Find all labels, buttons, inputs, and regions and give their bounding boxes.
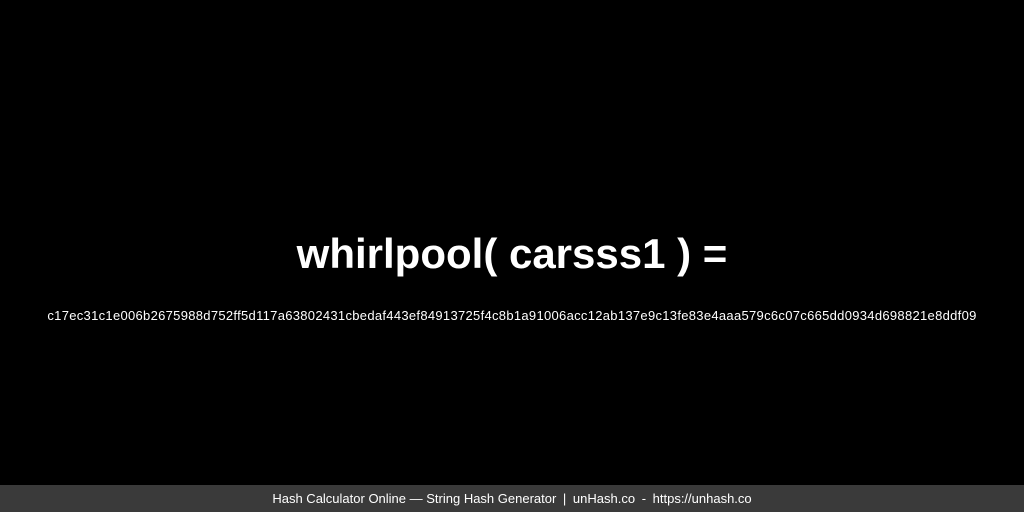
footer-description: Hash Calculator Online — String Hash Gen… — [272, 491, 556, 506]
hash-output: c17ec31c1e006b2675988d752ff5d117a6380243… — [47, 308, 976, 323]
hash-expression: whirlpool( carsss1 ) = — [297, 230, 728, 278]
main-content: whirlpool( carsss1 ) = c17ec31c1e006b267… — [0, 0, 1024, 512]
footer-bar: Hash Calculator Online — String Hash Gen… — [0, 485, 1024, 512]
footer-link-brand[interactable]: unHash.co — [573, 491, 635, 506]
footer-separator: | — [559, 491, 570, 506]
footer-separator: - — [638, 491, 650, 506]
footer-link-url[interactable]: https://unhash.co — [653, 491, 752, 506]
